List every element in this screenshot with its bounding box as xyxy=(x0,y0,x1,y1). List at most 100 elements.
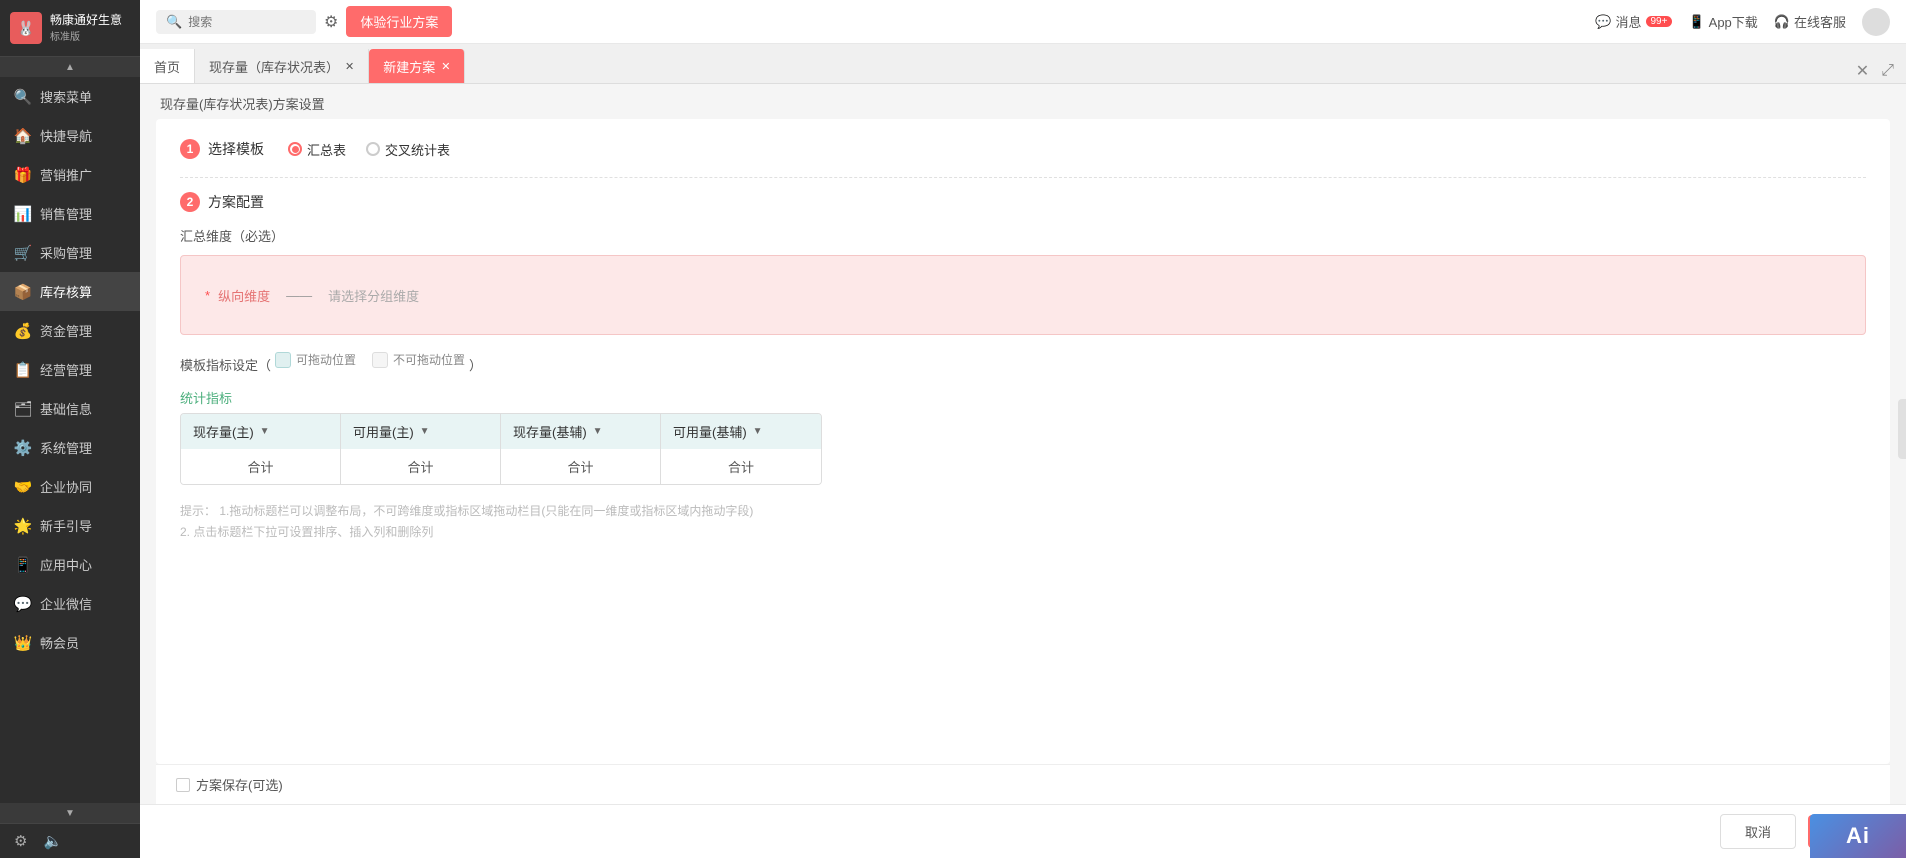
sidebar-item-search-menu[interactable]: 🔍 搜索菜单 xyxy=(0,77,140,116)
sidebar-nav: 🔍 搜索菜单 🏠 快捷导航 🎁 营销推广 📊 销售管理 🛒 采购管理 📦 库存核… xyxy=(0,77,140,803)
stats-col-3-name: 可用量(基辅) xyxy=(673,422,747,441)
indicator-legend: 可拖动位置 不可拖动位置 xyxy=(275,351,465,368)
vip-icon: 👑 xyxy=(14,634,32,652)
message-btn[interactable]: 💬 消息 99+ xyxy=(1595,12,1672,31)
sidebar-item-label: 畅会员 xyxy=(40,633,79,652)
stats-col-2-chevron[interactable]: ▼ xyxy=(593,426,603,437)
stats-col-0-name: 现存量(主) xyxy=(193,422,254,441)
sidebar-item-finance[interactable]: 💰 资金管理 xyxy=(0,311,140,350)
stats-body-0-label: 合计 xyxy=(247,460,273,475)
tab-bar: 首页 现存量（库存状况表） ✕ 新建方案 ✕ ✕ ⤢ xyxy=(140,44,1906,84)
tab-new-scheme-label: 新建方案 xyxy=(383,57,435,76)
sidebar-item-marketing[interactable]: 🎁 营销推广 xyxy=(0,155,140,194)
trial-button[interactable]: 体验行业方案 xyxy=(346,6,452,37)
service-icon: 🎧 xyxy=(1774,14,1790,30)
app-download-btn[interactable]: 📱 App下载 xyxy=(1688,12,1757,31)
tab-inventory-close[interactable]: ✕ xyxy=(345,60,354,73)
stats-col-3-chevron[interactable]: ▼ xyxy=(753,426,763,437)
content-area: 现存量(库存状况表)方案设置 1 选择模板 汇总表 交叉统计表 xyxy=(140,84,1906,804)
sidebar-item-label: 资金管理 xyxy=(40,321,92,340)
sidebar-scroll-down[interactable]: ▼ xyxy=(0,803,140,823)
sidebar-item-new-guide[interactable]: 🌟 新手引导 xyxy=(0,506,140,545)
purchase-icon: 🛒 xyxy=(14,244,32,262)
stats-col-1-name: 可用量(主) xyxy=(353,422,414,441)
sound-footer-icon[interactable]: 🔈 xyxy=(43,832,62,850)
step2-title: 方案配置 xyxy=(208,192,264,212)
base-info-icon: 🗂 xyxy=(14,400,32,418)
sidebar-item-system[interactable]: ⚙️ 系统管理 xyxy=(0,428,140,467)
stats-table-header: 现存量(主) ▼ 可用量(主) ▼ 现存量(基辅) ▼ 可用量(基辅) xyxy=(181,414,821,449)
sidebar-item-quick-nav[interactable]: 🏠 快捷导航 xyxy=(0,116,140,155)
sidebar-item-label: 快捷导航 xyxy=(40,126,92,145)
sidebar-item-label: 应用中心 xyxy=(40,555,92,574)
settings-footer-icon[interactable]: ⚙ xyxy=(14,832,27,850)
sidebar-item-base-info[interactable]: 🗂 基础信息 xyxy=(0,389,140,428)
draggable-label: 可拖动位置 xyxy=(296,351,356,368)
step2-header: 2 方案配置 xyxy=(180,192,1866,212)
message-badge: 99+ xyxy=(1646,16,1673,27)
sidebar-item-sales[interactable]: 📊 销售管理 xyxy=(0,194,140,233)
tip-0-text: 1.拖动标题栏可以调整布局，不可跨维度或指标区域拖动栏目(只能在同一维度或指标区… xyxy=(219,504,753,518)
tab-inventory-label: 现存量（库存状况表） xyxy=(209,57,339,76)
sidebar-item-operations[interactable]: 📋 经营管理 xyxy=(0,350,140,389)
ai-badge[interactable]: Ai xyxy=(1810,814,1906,858)
stats-col-1-chevron[interactable]: ▼ xyxy=(420,426,430,437)
finance-icon: 💰 xyxy=(14,322,32,340)
sidebar-item-inventory[interactable]: 📦 库存核算 xyxy=(0,272,140,311)
cancel-button[interactable]: 取消 xyxy=(1720,814,1796,849)
indicator-label-prefix: 模板指标设定（ xyxy=(180,355,271,374)
sidebar-item-purchase[interactable]: 🛒 采购管理 xyxy=(0,233,140,272)
search-menu-icon: 🔍 xyxy=(14,88,32,106)
stats-col-0-chevron[interactable]: ▼ xyxy=(260,426,270,437)
form-panel: 1 选择模板 汇总表 交叉统计表 xyxy=(156,119,1890,764)
sidebar-item-enterprise[interactable]: 🤝 企业协同 xyxy=(0,467,140,506)
stats-table: 现存量(主) ▼ 可用量(主) ▼ 现存量(基辅) ▼ 可用量(基辅) xyxy=(180,413,822,485)
tab-inventory-status[interactable]: 现存量（库存状况表） ✕ xyxy=(195,49,369,83)
sidebar-item-label: 搜索菜单 xyxy=(40,87,92,106)
stats-body-col-1: 合计 xyxy=(341,449,501,484)
dimension-select-area[interactable]: * 纵向维度 —— 请选择分组维度 xyxy=(180,255,1866,335)
sidebar-item-enterprise-wechat[interactable]: 💬 企业微信 xyxy=(0,584,140,623)
sidebar-item-label: 销售管理 xyxy=(40,204,92,223)
sidebar-logo: 🐰 畅康通好生意 标准版 xyxy=(0,0,140,57)
sidebar-item-label: 经营管理 xyxy=(40,360,92,379)
user-avatar[interactable] xyxy=(1862,8,1890,36)
step1-num: 1 xyxy=(180,139,200,159)
tab-home[interactable]: 首页 xyxy=(140,49,195,83)
tab-new-scheme-close[interactable]: ✕ xyxy=(441,60,450,73)
stats-body-col-0: 合计 xyxy=(181,449,341,484)
inventory-icon: 📦 xyxy=(14,283,32,301)
step1-divider xyxy=(180,177,1866,178)
page-title-bar: 现存量(库存状况表)方案设置 xyxy=(140,84,1906,119)
dimension-arrow: —— xyxy=(286,288,312,303)
right-sidebar-handle[interactable] xyxy=(1898,399,1906,459)
save-checkbox[interactable] xyxy=(176,778,190,792)
sidebar-item-vip[interactable]: 👑 畅会员 xyxy=(0,623,140,662)
sidebar-scroll-up[interactable]: ▲ xyxy=(0,57,140,77)
tab-new-scheme[interactable]: 新建方案 ✕ xyxy=(369,49,465,83)
step2-section: 2 方案配置 汇总维度（必选） * 纵向维度 —— 请选择分组维度 模板指标设定… xyxy=(180,192,1866,540)
radio-summary[interactable]: 汇总表 xyxy=(288,140,346,159)
sidebar-item-app-center[interactable]: 📱 应用中心 xyxy=(0,545,140,584)
page-title: 现存量(库存状况表)方案设置 xyxy=(160,97,325,112)
indicator-label-suffix: ） xyxy=(469,355,482,374)
sidebar-item-label: 系统管理 xyxy=(40,438,92,457)
online-service-btn[interactable]: 🎧 在线客服 xyxy=(1774,12,1846,31)
search-input[interactable] xyxy=(188,15,306,29)
stats-body-3-label: 合计 xyxy=(728,460,754,475)
close-panel-button[interactable]: ✕ xyxy=(1852,59,1873,83)
top-header: 🔍 ⚙ 体验行业方案 💬 消息 99+ 📱 App下载 🎧 在线客服 xyxy=(140,0,1906,44)
stats-col-3: 可用量(基辅) ▼ xyxy=(661,414,821,449)
marketing-icon: 🎁 xyxy=(14,166,32,184)
non-draggable-box xyxy=(372,352,388,368)
search-bar[interactable]: 🔍 xyxy=(156,10,316,34)
radio-cross[interactable]: 交叉统计表 xyxy=(366,140,450,159)
gear-icon[interactable]: ⚙ xyxy=(324,12,338,32)
radio-cross-circle xyxy=(366,142,380,156)
legend-draggable: 可拖动位置 xyxy=(275,351,356,368)
tab-home-label: 首页 xyxy=(154,57,180,76)
legend-non-draggable: 不可拖动位置 xyxy=(372,351,465,368)
sidebar-item-label: 基础信息 xyxy=(40,399,92,418)
expand-panel-button[interactable]: ⤢ xyxy=(1877,60,1898,82)
top-header-left: 🔍 ⚙ 体验行业方案 xyxy=(156,6,452,37)
